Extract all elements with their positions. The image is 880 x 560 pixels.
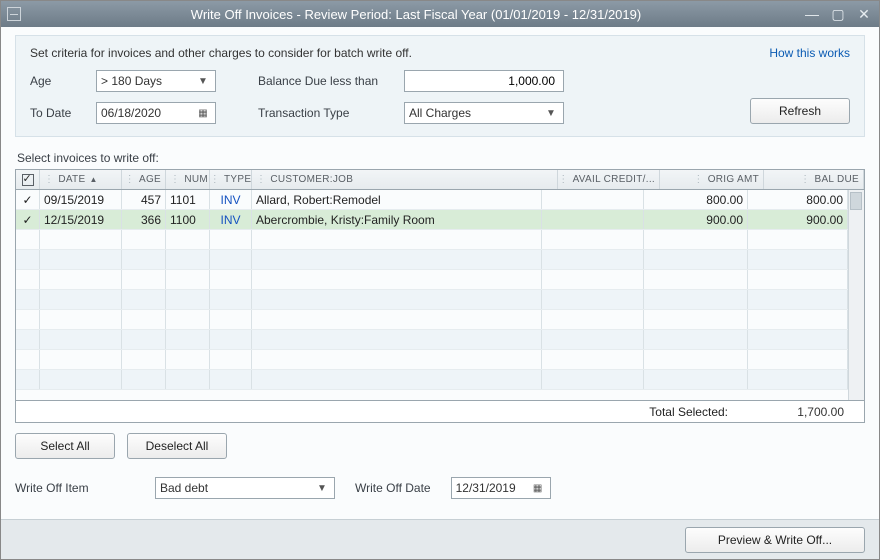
cell-customer: Allard, Robert:Remodel xyxy=(252,190,542,209)
header-avail-credit[interactable]: AVAIL CREDIT/... xyxy=(558,170,660,189)
total-selected-label: Total Selected: xyxy=(649,405,748,419)
write-off-window: Write Off Invoices - Review Period: Last… xyxy=(0,0,880,560)
window-icon xyxy=(7,7,21,21)
cell-type: INV xyxy=(210,210,252,229)
write-off-settings: Write Off Item Bad debt ▼ Write Off Date… xyxy=(15,477,865,499)
table-row xyxy=(16,270,848,290)
header-age[interactable]: AGE xyxy=(122,170,166,189)
minimize-icon[interactable]: — xyxy=(803,7,821,21)
write-off-date-input[interactable]: 12/31/2019 ▦ xyxy=(451,477,551,499)
total-row: Total Selected: 1,700.00 xyxy=(15,401,865,423)
to-date-label: To Date xyxy=(30,106,90,120)
table-row[interactable]: ✓12/15/20193661100 INV Abercrombie, Kristy… xyxy=(16,210,848,230)
cell-avail-credit xyxy=(542,190,644,209)
cell-avail-credit xyxy=(542,210,644,229)
close-icon[interactable]: ✕ xyxy=(855,7,873,21)
invoice-link[interactable]: INV xyxy=(220,213,240,227)
header-date[interactable]: DATE▲ xyxy=(40,170,122,189)
footer-bar: Preview & Write Off... xyxy=(1,519,879,559)
table-row xyxy=(16,370,848,390)
chevron-down-icon: ▼ xyxy=(543,108,559,119)
table-row xyxy=(16,250,848,270)
titlebar: Write Off Invoices - Review Period: Last… xyxy=(1,1,879,27)
chevron-down-icon: ▼ xyxy=(314,483,330,494)
cell-date: 09/15/2019 xyxy=(40,190,122,209)
criteria-instruction: Set criteria for invoices and other char… xyxy=(30,46,850,60)
sort-asc-icon: ▲ xyxy=(89,175,97,184)
table-row xyxy=(16,290,848,310)
calendar-icon[interactable]: ▦ xyxy=(195,108,211,119)
age-select[interactable]: > 180 Days ▼ xyxy=(96,70,216,92)
header-bal-due[interactable]: BAL DUE xyxy=(764,170,864,189)
transaction-type-select[interactable]: All Charges ▼ xyxy=(404,102,564,124)
chevron-down-icon: ▼ xyxy=(195,76,211,87)
how-this-works-link[interactable]: How this works xyxy=(769,46,850,60)
scrollbar-thumb[interactable] xyxy=(850,192,862,210)
window-title: Write Off Invoices - Review Period: Last… xyxy=(29,7,803,22)
refresh-button[interactable]: Refresh xyxy=(750,98,850,124)
age-label: Age xyxy=(30,74,90,88)
cell-bal-due: 800.00 xyxy=(748,190,848,209)
calendar-icon[interactable]: ▦ xyxy=(530,483,546,494)
cell-age: 366 xyxy=(122,210,166,229)
invoice-link[interactable]: INV xyxy=(220,193,240,207)
cell-bal-due: 900.00 xyxy=(748,210,848,229)
deselect-all-button[interactable]: Deselect All xyxy=(127,433,227,459)
cell-type: INV xyxy=(210,190,252,209)
balance-due-label: Balance Due less than xyxy=(258,74,398,88)
write-off-item-select[interactable]: Bad debt ▼ xyxy=(155,477,335,499)
header-type[interactable]: TYPE xyxy=(210,170,252,189)
balance-due-input[interactable] xyxy=(404,70,564,92)
to-date-input[interactable]: 06/18/2020 ▦ xyxy=(96,102,216,124)
cell-num: 1100 xyxy=(166,210,210,229)
content-area: Set criteria for invoices and other char… xyxy=(1,27,879,519)
header-checkbox[interactable] xyxy=(16,170,40,189)
invoices-table: DATE▲ AGE NUM TYPE CUSTOMER:JOB AVAIL CR… xyxy=(15,169,865,401)
criteria-panel: Set criteria for invoices and other char… xyxy=(15,35,865,137)
write-off-item-label: Write Off Item xyxy=(15,481,135,495)
header-customer[interactable]: CUSTOMER:JOB xyxy=(252,170,558,189)
table-row xyxy=(16,310,848,330)
cell-customer: Abercrombie, Kristy:Family Room xyxy=(252,210,542,229)
maximize-icon[interactable]: ▢ xyxy=(829,7,847,21)
select-all-button[interactable]: Select All xyxy=(15,433,115,459)
select-invoices-label: Select invoices to write off: xyxy=(17,151,865,165)
table-body: ✓09/15/20194571101 INV Allard, Robert:Remo… xyxy=(16,190,864,400)
table-row[interactable]: ✓09/15/20194571101 INV Allard, Robert:Remo… xyxy=(16,190,848,210)
cell-orig-amt: 900.00 xyxy=(644,210,748,229)
row-checkbox[interactable]: ✓ xyxy=(16,190,40,209)
write-off-date-label: Write Off Date xyxy=(355,481,431,495)
transaction-type-label: Transaction Type xyxy=(258,106,398,120)
preview-write-off-button[interactable]: Preview & Write Off... xyxy=(685,527,865,553)
vertical-scrollbar[interactable] xyxy=(848,190,864,400)
cell-orig-amt: 800.00 xyxy=(644,190,748,209)
cell-date: 12/15/2019 xyxy=(40,210,122,229)
table-row xyxy=(16,330,848,350)
table-row xyxy=(16,230,848,250)
table-header: DATE▲ AGE NUM TYPE CUSTOMER:JOB AVAIL CR… xyxy=(16,170,864,190)
header-orig-amt[interactable]: ORIG AMT xyxy=(660,170,764,189)
total-selected-value: 1,700.00 xyxy=(748,405,864,419)
cell-age: 457 xyxy=(122,190,166,209)
header-num[interactable]: NUM xyxy=(166,170,210,189)
cell-num: 1101 xyxy=(166,190,210,209)
table-row xyxy=(16,350,848,370)
row-checkbox[interactable]: ✓ xyxy=(16,210,40,229)
